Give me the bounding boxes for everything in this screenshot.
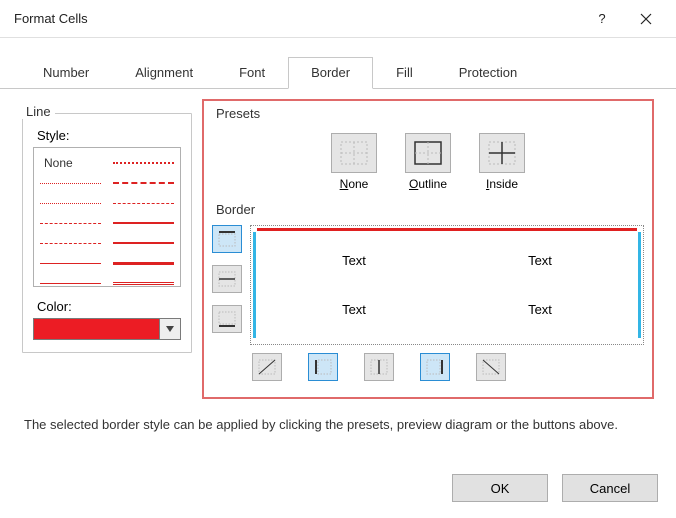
presets-group-label: Presets <box>212 106 264 121</box>
style-option[interactable] <box>113 262 174 265</box>
preset-inside-icon <box>488 141 516 165</box>
style-option[interactable] <box>113 182 174 184</box>
tab-protection[interactable]: Protection <box>436 57 541 89</box>
style-option[interactable] <box>113 162 174 164</box>
preview-cell: Text <box>447 236 633 285</box>
tab-strip: Number Alignment Font Border Fill Protec… <box>0 38 676 89</box>
preview-cell: Text <box>261 236 447 285</box>
border-diag-down-button[interactable] <box>476 353 506 381</box>
presets-row: None Outline Inside <box>212 123 644 197</box>
diag-down-icon <box>481 358 501 376</box>
preset-none-button[interactable] <box>331 133 377 173</box>
help-text: The selected border style can be applied… <box>0 399 676 432</box>
preset-inside-label: Inside <box>479 177 525 191</box>
border-right-icon <box>425 358 445 376</box>
preview-right-edge <box>638 232 641 338</box>
tab-number[interactable]: Number <box>20 57 112 89</box>
preset-outline-label: Outline <box>405 177 451 191</box>
color-dropdown-button[interactable] <box>160 318 181 340</box>
close-button[interactable] <box>624 3 668 35</box>
style-option[interactable] <box>40 203 101 204</box>
preview-top-edge <box>257 228 637 231</box>
preset-outline-button[interactable] <box>405 133 451 173</box>
border-middle-v-button[interactable] <box>364 353 394 381</box>
diag-up-icon <box>257 358 277 376</box>
titlebar: Format Cells ? <box>0 0 676 38</box>
tab-alignment[interactable]: Alignment <box>112 57 216 89</box>
preset-inside-button[interactable] <box>479 133 525 173</box>
style-option[interactable] <box>40 243 101 244</box>
border-middle-h-button[interactable] <box>212 265 242 293</box>
tab-fill[interactable]: Fill <box>373 57 436 89</box>
border-diag-up-button[interactable] <box>252 353 282 381</box>
line-group: Style: None Color: <box>22 113 192 353</box>
color-swatch[interactable] <box>33 318 160 340</box>
border-bottom-icon <box>217 310 237 328</box>
preview-left-edge <box>253 232 256 338</box>
preview-cell: Text <box>447 285 633 334</box>
border-bottom-button[interactable] <box>212 305 242 333</box>
border-mid-v-icon <box>369 358 389 376</box>
ok-button[interactable]: OK <box>452 474 548 502</box>
tab-font[interactable]: Font <box>216 57 288 89</box>
style-option[interactable] <box>113 242 174 244</box>
border-group-label: Border <box>212 202 259 217</box>
style-option[interactable] <box>40 223 101 224</box>
style-option[interactable] <box>40 283 101 284</box>
window-title: Format Cells <box>14 11 88 26</box>
preview-cell: Text <box>261 285 447 334</box>
tab-border[interactable]: Border <box>288 57 373 89</box>
style-option[interactable] <box>113 203 174 204</box>
border-left-button[interactable] <box>308 353 338 381</box>
border-left-icon <box>313 358 333 376</box>
style-option[interactable] <box>113 282 174 285</box>
cancel-button[interactable]: Cancel <box>562 474 658 502</box>
color-label: Color: <box>37 299 181 314</box>
style-option[interactable] <box>113 222 174 224</box>
line-group-label: Line <box>22 104 55 119</box>
border-preview[interactable]: Text Text Text Text <box>250 225 644 345</box>
style-option[interactable] <box>40 263 101 264</box>
border-mid-h-icon <box>217 270 237 288</box>
help-button[interactable]: ? <box>580 3 624 35</box>
border-right-button[interactable] <box>420 353 450 381</box>
style-option[interactable] <box>40 183 101 184</box>
style-none[interactable]: None <box>40 156 101 170</box>
border-top-button[interactable] <box>212 225 242 253</box>
border-top-icon <box>217 230 237 248</box>
preset-none-label: None <box>331 177 377 191</box>
preset-outline-icon <box>414 141 442 165</box>
highlighted-region: Presets None Outline <box>202 99 654 399</box>
style-label: Style: <box>37 128 181 143</box>
style-listbox[interactable]: None <box>33 147 181 287</box>
preset-none-icon <box>340 141 368 165</box>
format-cells-dialog: Format Cells ? Number Alignment Font Bor… <box>0 0 676 518</box>
